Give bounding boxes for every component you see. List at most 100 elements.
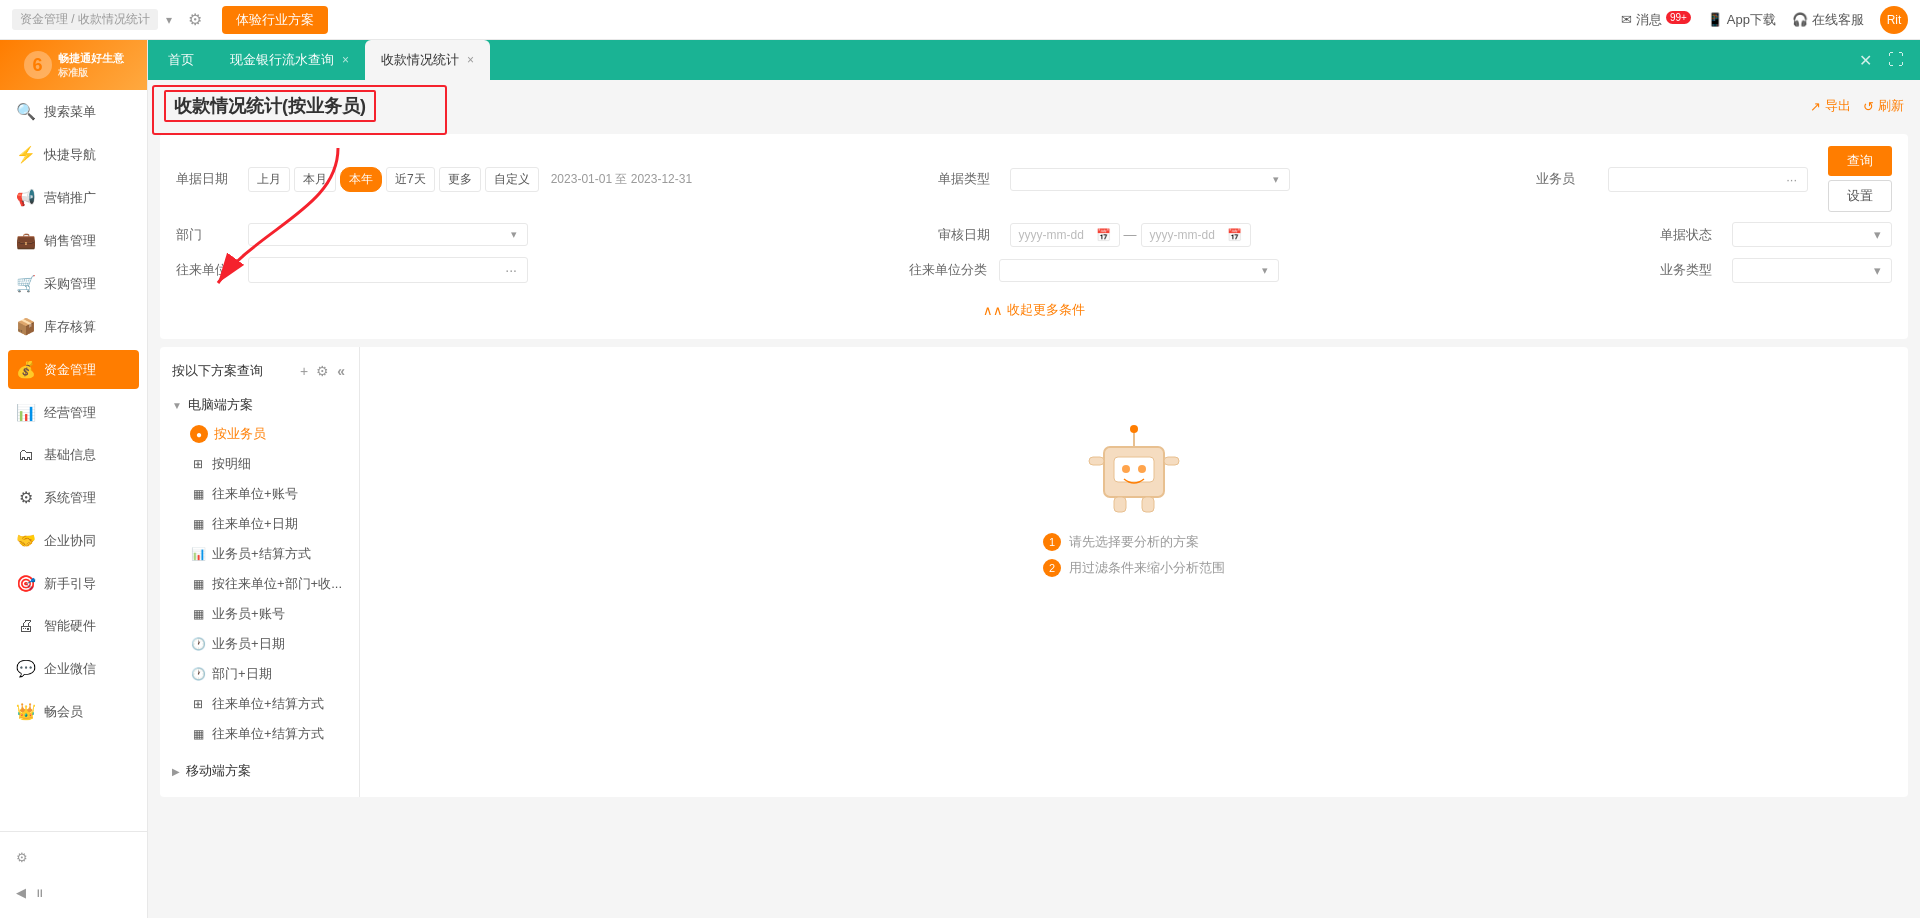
messages-label: 消息 xyxy=(1636,11,1662,29)
app-download-action[interactable]: 📱 App下载 xyxy=(1707,11,1776,29)
sidebar-item-enterprise-wechat[interactable]: 💬 企业微信 xyxy=(0,647,147,690)
sidebar-bottom-settings[interactable]: ⚙ xyxy=(0,840,147,875)
sidebar-item-beginner[interactable]: 🎯 新手引导 xyxy=(0,562,147,605)
tab-bank-flow-close[interactable]: × xyxy=(342,53,349,67)
biz-type-select[interactable]: ▾ xyxy=(1732,258,1892,283)
dept-select[interactable]: ▾ xyxy=(248,223,528,246)
counterpart-dept-coll-label: 按往来单位+部门+收... xyxy=(212,575,342,593)
scheme-item-by-detail[interactable]: ⊞ 按明细 xyxy=(160,449,359,479)
sidebar-item-search-menu[interactable]: 🔍 搜索菜单 xyxy=(0,90,147,133)
sidebar-bottom-collapse[interactable]: ◀‍ ⏸ xyxy=(0,875,147,910)
sidebar-item-system[interactable]: ⚙ 系统管理 xyxy=(0,476,147,519)
tab-home[interactable]: 首页 xyxy=(148,40,214,80)
scheme-settings-icon[interactable]: ⚙ xyxy=(314,361,331,381)
calendar-icon-start: 📅 xyxy=(1096,228,1111,242)
window-maximize-btn[interactable]: ⛶ xyxy=(1884,47,1908,73)
member-label: 畅会员 xyxy=(44,703,83,721)
enterprise-label: 企业协同 xyxy=(44,532,96,550)
scheme-add-icon[interactable]: + xyxy=(298,361,310,381)
breadcrumb-dropdown-icon[interactable]: ▾ xyxy=(166,13,172,27)
tab-collection-stats[interactable]: 收款情况统计 × xyxy=(365,40,490,80)
messages-action[interactable]: ✉ 消息 99+ xyxy=(1621,11,1691,29)
scheme-item-salesperson-settlement[interactable]: 📊 业务员+结算方式 xyxy=(160,539,359,569)
window-close-btn[interactable]: ✕ xyxy=(1855,47,1876,74)
sidebar-item-finance[interactable]: 💰 资金管理 xyxy=(8,350,139,389)
trial-button[interactable]: 体验行业方案 xyxy=(222,6,328,34)
shortcut-custom[interactable]: 自定义 xyxy=(485,167,539,192)
scheme-header-actions: + ⚙ « xyxy=(298,361,347,381)
scheme-item-salesperson-date[interactable]: 🕐 业务员+日期 xyxy=(160,629,359,659)
mobile-group-arrow: ▶ xyxy=(172,766,180,777)
scheme-item-by-salesperson[interactable]: ● 按业务员 xyxy=(160,419,359,449)
enterprise-wechat-icon: 💬 xyxy=(16,659,36,678)
sidebar-item-enterprise[interactable]: 🤝 企业协同 xyxy=(0,519,147,562)
dept-date-label: 部门+日期 xyxy=(212,665,272,683)
bottom-settings-icon: ⚙ xyxy=(16,850,28,865)
salesperson-account-icon: ▦ xyxy=(190,606,206,622)
counterpart-select[interactable]: ··· xyxy=(248,257,528,283)
step-1-num: 1 xyxy=(1043,533,1061,551)
collapse-bar[interactable]: ∧∧ 收起更多条件 xyxy=(176,293,1892,327)
tab-bank-flow[interactable]: 现金银行流水查询 × xyxy=(214,40,365,80)
export-button[interactable]: ↗ 导出 xyxy=(1810,97,1851,115)
sidebar-item-inventory[interactable]: 📦 库存核算 xyxy=(0,305,147,348)
tab-collection-stats-close[interactable]: × xyxy=(467,53,474,67)
query-button[interactable]: 查询 xyxy=(1828,146,1892,176)
scheme-item-counterpart-settlement1[interactable]: ⊞ 往来单位+结算方式 xyxy=(160,689,359,719)
sidebar-item-sales[interactable]: 💼 销售管理 xyxy=(0,219,147,262)
scheme-item-counterpart-account[interactable]: ▦ 往来单位+账号 xyxy=(160,479,359,509)
online-service-action[interactable]: 🎧 在线客服 xyxy=(1792,11,1864,29)
counterpart-type-label: 往来单位分类 xyxy=(909,261,987,279)
scheme-group-mobile-header[interactable]: ▶ 移动端方案 xyxy=(160,757,359,785)
counterpart-account-icon: ▦ xyxy=(190,486,206,502)
sidebar-item-smart-hw[interactable]: 🖨 智能硬件 xyxy=(0,605,147,647)
scheme-item-counterpart-dept-coll[interactable]: ▦ 按往来单位+部门+收... xyxy=(160,569,359,599)
shortcut-more[interactable]: 更多 xyxy=(439,167,481,192)
review-date-end[interactable]: yyyy-mm-dd 📅 xyxy=(1141,223,1251,247)
marketing-icon: 📢 xyxy=(16,188,36,207)
counterpart-date-label: 往来单位+日期 xyxy=(212,515,298,533)
shortcut-prev-month[interactable]: 上月 xyxy=(248,167,290,192)
counterpart-label: 往来单位 xyxy=(176,261,236,279)
sidebar-item-marketing[interactable]: 📢 营销推广 xyxy=(0,176,147,219)
scheme-item-counterpart-settlement2[interactable]: ▦ 往来单位+结算方式 xyxy=(160,719,359,749)
search-menu-label: 搜索菜单 xyxy=(44,103,96,121)
svg-rect-7 xyxy=(1164,457,1179,465)
scheme-item-counterpart-date[interactable]: ▦ 往来单位+日期 xyxy=(160,509,359,539)
tab-bank-flow-label: 现金银行流水查询 xyxy=(230,51,334,69)
filter-row-1: 单据日期 上月 本月 本年 近7天 更多 自定义 2023-01-01 至 20… xyxy=(176,146,1892,212)
doc-status-select[interactable]: ▾ xyxy=(1732,222,1892,247)
date-label: 单据日期 xyxy=(176,170,236,188)
main-layout: 6 畅捷通好生意 标准版 🔍 搜索菜单 ⚡ 快捷导航 📢 营销推广 💼 销售管理… xyxy=(0,40,1920,918)
page-title: 收款情况统计(按业务员) xyxy=(164,90,376,122)
purchase-icon: 🛒 xyxy=(16,274,36,293)
sidebar-item-member[interactable]: 👑 畅会员 xyxy=(0,690,147,733)
inventory-icon: 📦 xyxy=(16,317,36,336)
shortcut-this-year[interactable]: 本年 xyxy=(340,167,382,192)
sidebar-item-purchase[interactable]: 🛒 采购管理 xyxy=(0,262,147,305)
scheme-group-pc-header[interactable]: ▼ 电脑端方案 xyxy=(160,391,359,419)
scheme-item-dept-date[interactable]: 🕐 部门+日期 xyxy=(160,659,359,689)
page-title-box: 收款情况统计(按业务员) xyxy=(164,90,376,122)
dept-date-icon: 🕐 xyxy=(190,666,206,682)
tab-home-label: 首页 xyxy=(168,51,194,69)
salesperson-select[interactable]: ··· xyxy=(1608,167,1808,192)
finance-icon: 💰 xyxy=(16,360,36,379)
top-settings-icon[interactable]: ⚙ xyxy=(188,10,202,29)
counterpart-type-select[interactable]: ▾ xyxy=(999,259,1279,282)
sidebar-item-quick-nav[interactable]: ⚡ 快捷导航 xyxy=(0,133,147,176)
scheme-collapse-icon[interactable]: « xyxy=(335,361,347,381)
doc-type-select[interactable]: ▾ xyxy=(1010,168,1290,191)
mobile-group-label: 移动端方案 xyxy=(186,762,251,780)
shortcut-7days[interactable]: 近7天 xyxy=(386,167,435,192)
sidebar-item-operations[interactable]: 📊 经营管理 xyxy=(0,391,147,434)
user-avatar[interactable]: Rit xyxy=(1880,6,1908,34)
settings-button[interactable]: 设置 xyxy=(1828,180,1892,212)
review-date-start[interactable]: yyyy-mm-dd 📅 xyxy=(1010,223,1120,247)
refresh-button[interactable]: ↺ 刷新 xyxy=(1863,97,1904,115)
shortcut-this-month[interactable]: 本月 xyxy=(294,167,336,192)
doc-status-chevron: ▾ xyxy=(1874,227,1881,242)
scheme-item-salesperson-account[interactable]: ▦ 业务员+账号 xyxy=(160,599,359,629)
sidebar-item-base-info[interactable]: 🗂 基础信息 xyxy=(0,434,147,476)
biz-type-label: 业务类型 xyxy=(1660,261,1720,279)
